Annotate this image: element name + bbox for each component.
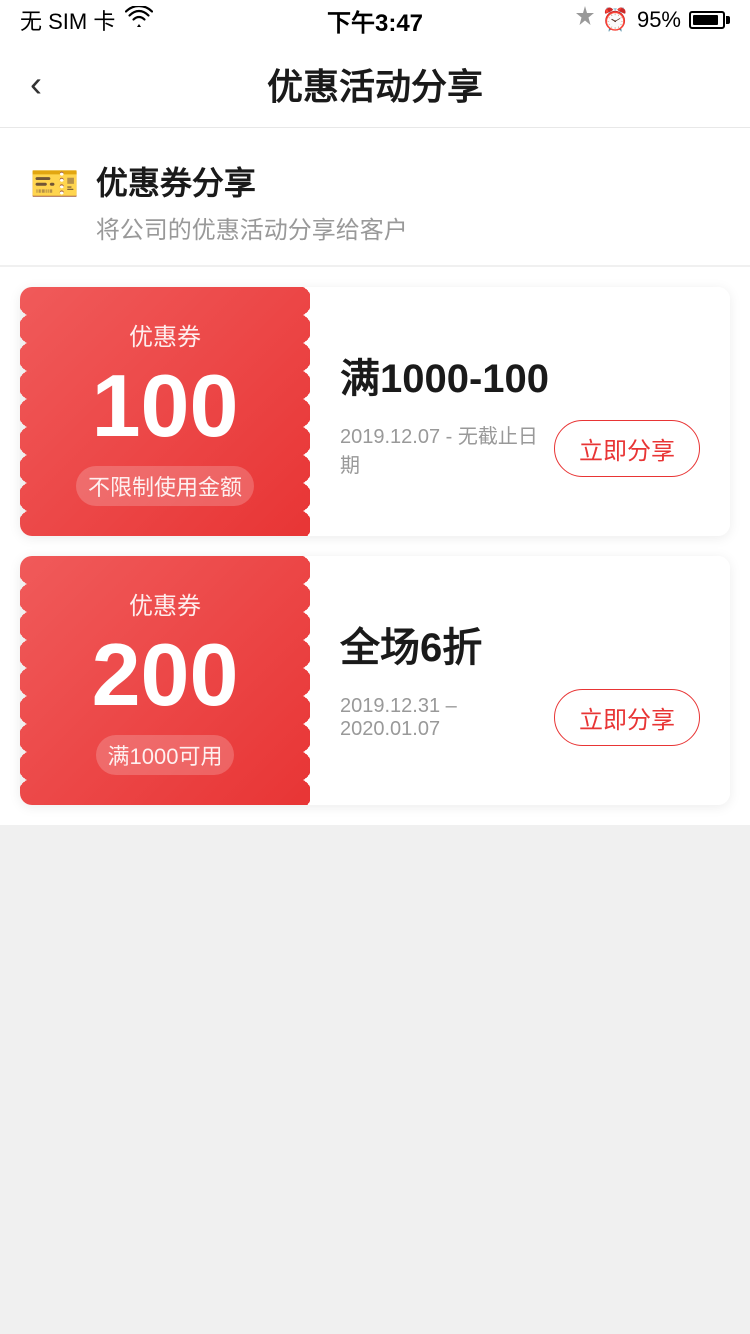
battery-percent: 95% [637, 7, 681, 33]
status-time: 下午3:47 [327, 3, 423, 38]
alarm-icon: ⏰ [602, 7, 629, 33]
back-button[interactable]: ‹ [30, 63, 42, 105]
location-icon [576, 6, 594, 34]
coupon-left-2: 优惠券 200 满1000可用 [20, 556, 310, 805]
coupon-condition-2: 满1000可用 [96, 735, 235, 775]
share-button-2[interactable]: 立即分享 [554, 689, 700, 746]
page-title: 优惠活动分享 [267, 58, 483, 110]
coupon-name-2: 全场6折 [340, 615, 700, 673]
coupon-date-1: 2019.12.07 - 无截止日期 [340, 420, 544, 478]
wifi-icon [125, 6, 153, 34]
coupon-right-1: 满1000-100 2019.12.07 - 无截止日期 立即分享 [310, 287, 730, 536]
section-title: 优惠券分享 [96, 158, 408, 204]
coupon-date-2: 2019.12.31 – 2020.01.07 [340, 695, 544, 741]
coupon-list: 优惠券 100 不限制使用金额 满1000-100 2019.12.07 - 无… [0, 267, 750, 825]
section-header: 🎫 优惠券分享 将公司的优惠活动分享给客户 [0, 128, 750, 265]
coupon-condition-1: 不限制使用金额 [76, 466, 254, 506]
coupon-type-2: 优惠券 [129, 586, 201, 621]
bottom-empty-area [0, 825, 750, 1325]
coupon-card-2: 优惠券 200 满1000可用 全场6折 2019.12.31 – 2020.0… [20, 556, 730, 805]
section-text-group: 优惠券分享 将公司的优惠活动分享给客户 [96, 158, 408, 245]
share-button-1[interactable]: 立即分享 [554, 420, 700, 477]
nav-bar: ‹ 优惠活动分享 [0, 40, 750, 128]
battery-icon [689, 11, 730, 29]
coupon-amount-1: 100 [92, 362, 239, 450]
coupon-type-1: 优惠券 [129, 317, 201, 352]
coupon-left-1: 优惠券 100 不限制使用金额 [20, 287, 310, 536]
coupon-card-1: 优惠券 100 不限制使用金额 满1000-100 2019.12.07 - 无… [20, 287, 730, 536]
status-left: 无 SIM 卡 [20, 4, 153, 36]
coupon-meta-1: 2019.12.07 - 无截止日期 立即分享 [340, 420, 700, 478]
coupon-right-2: 全场6折 2019.12.31 – 2020.01.07 立即分享 [310, 556, 730, 805]
section-subtitle: 将公司的优惠活动分享给客户 [96, 210, 408, 245]
coupon-share-icon: 🎫 [30, 160, 80, 207]
coupon-name-1: 满1000-100 [340, 346, 700, 404]
status-bar: 无 SIM 卡 下午3:47 ⏰ 95% [0, 0, 750, 40]
coupon-amount-2: 200 [92, 631, 239, 719]
carrier-label: 无 SIM 卡 [20, 4, 115, 36]
status-right: ⏰ 95% [576, 6, 730, 34]
coupon-meta-2: 2019.12.31 – 2020.01.07 立即分享 [340, 689, 700, 746]
